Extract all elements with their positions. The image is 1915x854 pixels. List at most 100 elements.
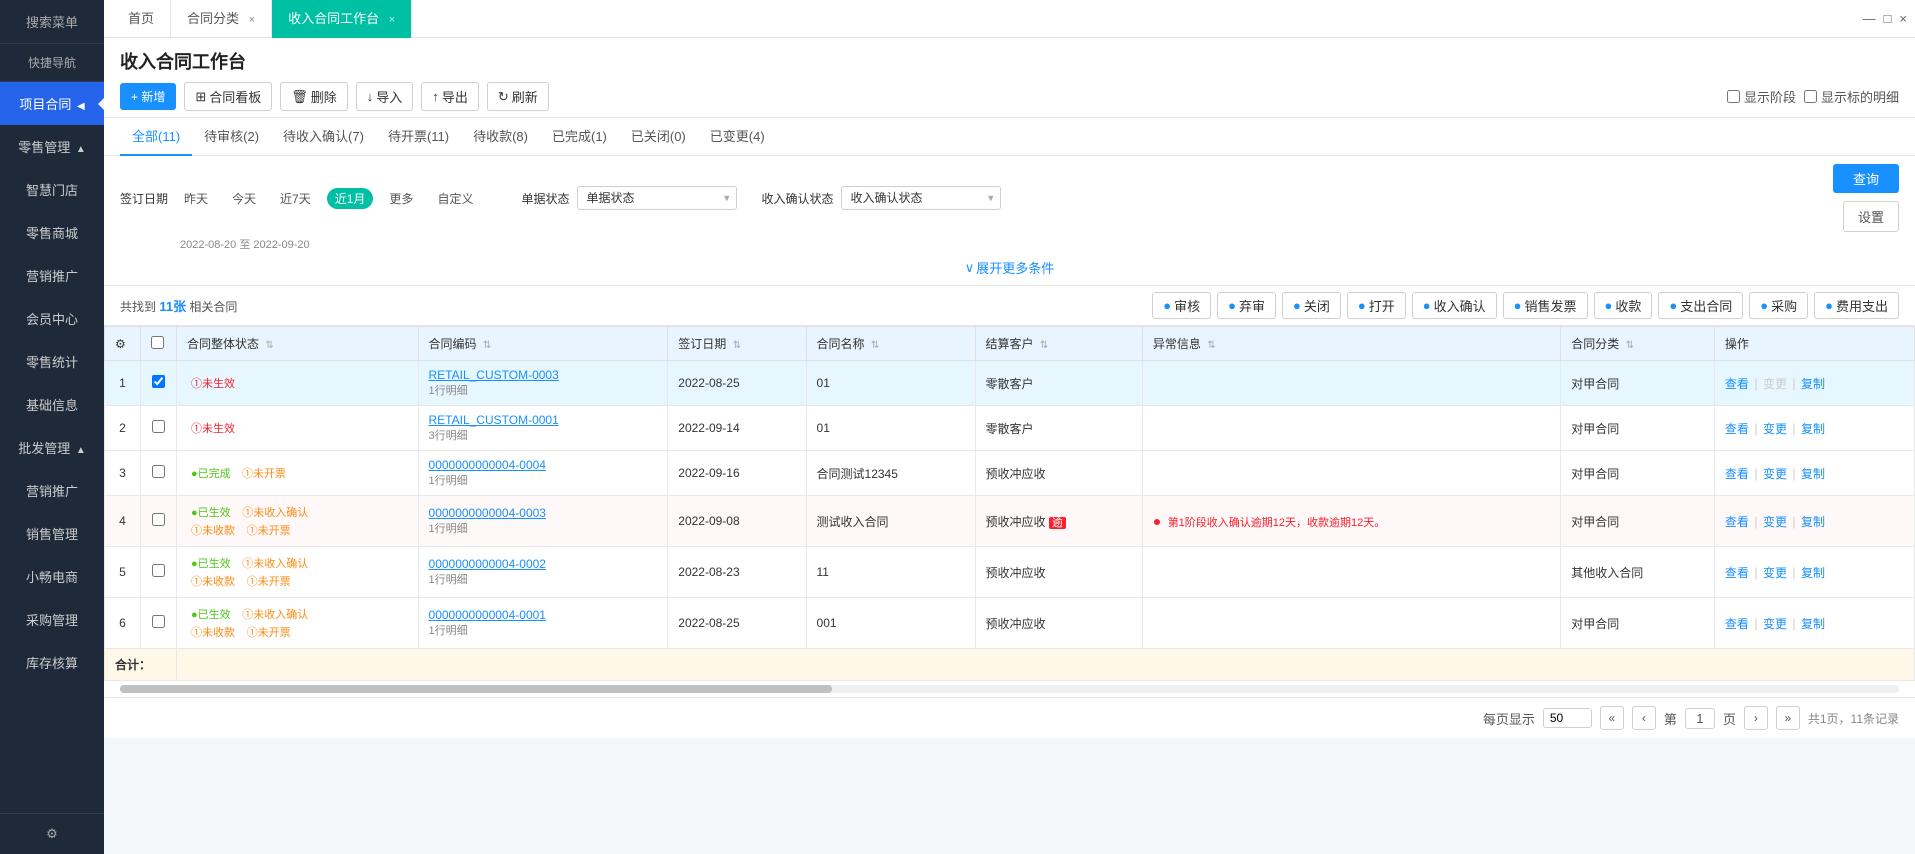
row2-view-btn[interactable]: 查看 [1725,422,1749,436]
row4-code-link[interactable]: 0000000000004-0003 [429,506,546,520]
prev-page-btn[interactable]: ‹ [1632,706,1656,730]
date-btn-more[interactable]: 更多 [381,188,421,209]
status-tab-pending-review[interactable]: 待审核(2) [192,118,271,156]
sidebar-item-project[interactable]: 项目合同 ◀ [0,82,104,125]
show-stage-input[interactable] [1727,90,1740,103]
expand-filter-btn[interactable]: ∨ 展开更多条件 [965,258,1055,277]
import-button[interactable]: ↓ 导入 [356,82,414,111]
sidebar-item-smart-store[interactable]: 智慧门店 [0,168,104,211]
row2-copy-btn[interactable]: 复制 [1801,422,1825,436]
date-btn-yesterday[interactable]: 昨天 [176,188,216,209]
refresh-button[interactable]: ↻ 刷新 [487,82,549,111]
row1-copy-btn[interactable]: 复制 [1801,377,1825,391]
abandon-btn[interactable]: ● 弃审 [1217,292,1276,319]
row6-change-btn[interactable]: 变更 [1763,617,1787,631]
status-tab-pending-payment[interactable]: 待收款(8) [461,118,540,156]
scrollbar-track[interactable] [120,685,1899,693]
col-settings[interactable]: ⚙ [105,327,141,361]
sidebar-item-sales-marketing[interactable]: 营销推广 [0,469,104,512]
status-tab-changed[interactable]: 已变更(4) [698,118,777,156]
page-size-select[interactable]: 50 10 20 100 [1543,708,1592,728]
close-btn[interactable]: ● 关闭 [1282,292,1341,319]
payment-btn[interactable]: ● 收款 [1594,292,1653,319]
row2-change-btn[interactable]: 变更 [1763,422,1787,436]
row3-copy-btn[interactable]: 复制 [1801,467,1825,481]
row3-change-btn[interactable]: 变更 [1763,467,1787,481]
row6-view-btn[interactable]: 查看 [1725,617,1749,631]
sidebar-quick-nav[interactable]: 快捷导航 [0,44,104,82]
horizontal-scrollbar[interactable] [104,681,1915,697]
row2-checkbox[interactable] [141,406,177,451]
close-window-icon[interactable]: × [1899,11,1907,26]
sidebar-item-retail-mgmt[interactable]: 零售管理 ▲ [0,125,104,168]
row3-code-link[interactable]: 0000000000004-0004 [429,458,546,472]
row5-copy-btn[interactable]: 复制 [1801,566,1825,580]
review-btn[interactable]: ● 审核 [1152,292,1211,319]
delete-button[interactable]: 🗑 删除 [280,82,348,111]
row5-select[interactable] [152,564,165,577]
sidebar-item-batch-mgmt[interactable]: 批发管理 ▲ [0,426,104,469]
sidebar-item-retail-stats[interactable]: 零售统计 [0,340,104,383]
sidebar-item-retail-mall[interactable]: 零售商城 [0,211,104,254]
export-button[interactable]: ↑ 导出 [421,82,479,111]
row2-code-link[interactable]: RETAIL_CUSTOM-0001 [429,413,559,427]
income-confirm-btn[interactable]: ● 收入确认 [1412,292,1497,319]
sidebar-item-purchase[interactable]: 采购管理 [0,598,104,641]
tab-income-workbench[interactable]: 收入合同工作台 × [272,0,412,38]
sidebar-item-marketing[interactable]: 营销推广 [0,254,104,297]
status-tab-pending-invoice[interactable]: 待开票(11) [376,118,461,156]
row3-checkbox[interactable] [141,451,177,496]
tab-income-workbench-close[interactable]: × [389,14,395,26]
contract-board-button[interactable]: ⊞ 合同看板 [184,82,272,111]
row1-code-link[interactable]: RETAIL_CUSTOM-0003 [429,368,559,382]
date-btn-last1month[interactable]: 近1月 [327,188,374,209]
row5-change-btn[interactable]: 变更 [1763,566,1787,580]
setting-button[interactable]: 设置 [1843,201,1899,232]
row1-checkbox[interactable] [141,361,177,406]
status-tab-closed[interactable]: 已关闭(0) [619,118,698,156]
row4-view-btn[interactable]: 查看 [1725,515,1749,529]
doc-status-select[interactable]: 单据状态 [577,186,737,210]
col-checkbox[interactable] [141,327,177,361]
row6-code-link[interactable]: 0000000000004-0001 [429,608,546,622]
status-tab-all[interactable]: 全部(11) [120,118,192,156]
purchase-btn[interactable]: ● 采购 [1749,292,1808,319]
status-tab-completed[interactable]: 已完成(1) [540,118,619,156]
row6-select[interactable] [152,615,165,628]
show-label-checkbox[interactable]: 显示标的明细 [1804,87,1899,106]
sidebar-item-basic-info[interactable]: 基础信息 [0,383,104,426]
sidebar-item-member[interactable]: 会员中心 [0,297,104,340]
show-label-input[interactable] [1804,90,1817,103]
row4-change-btn[interactable]: 变更 [1763,515,1787,529]
cost-out-btn[interactable]: ● 费用支出 [1814,292,1899,319]
tab-home[interactable]: 首页 [112,0,171,38]
tab-contract-category[interactable]: 合同分类 × [171,0,272,38]
row6-checkbox[interactable] [141,598,177,649]
row3-view-btn[interactable]: 查看 [1725,467,1749,481]
expense-out-btn[interactable]: ● 支出合同 [1658,292,1743,319]
date-btn-today[interactable]: 今天 [224,188,264,209]
row5-view-btn[interactable]: 查看 [1725,566,1749,580]
date-btn-last7[interactable]: 近7天 [272,188,319,209]
row3-select[interactable] [152,465,165,478]
status-tab-pending-income[interactable]: 待收入确认(7) [271,118,376,156]
scrollbar-thumb[interactable] [120,685,832,693]
maximize-icon[interactable]: □ [1884,11,1892,26]
row4-checkbox[interactable] [141,496,177,547]
row6-copy-btn[interactable]: 复制 [1801,617,1825,631]
last-page-btn[interactable]: » [1776,706,1800,730]
show-stage-checkbox[interactable]: 显示阶段 [1727,87,1796,106]
row1-change-btn[interactable]: 变更 [1763,377,1787,391]
sidebar-item-sales-mgmt[interactable]: 销售管理 [0,512,104,555]
row1-view-btn[interactable]: 查看 [1725,377,1749,391]
select-all-checkbox[interactable] [151,336,164,349]
sidebar-item-inventory[interactable]: 库存核算 [0,641,104,684]
next-page-btn[interactable]: › [1744,706,1768,730]
query-button[interactable]: 查询 [1833,164,1899,193]
sidebar-settings-btn[interactable]: ⚙ [0,813,104,854]
row4-select[interactable] [152,513,165,526]
sales-invoice-btn[interactable]: ● 销售发票 [1503,292,1588,319]
first-page-btn[interactable]: « [1600,706,1624,730]
tab-contract-category-close[interactable]: × [249,14,255,26]
row5-code-link[interactable]: 0000000000004-0002 [429,557,546,571]
